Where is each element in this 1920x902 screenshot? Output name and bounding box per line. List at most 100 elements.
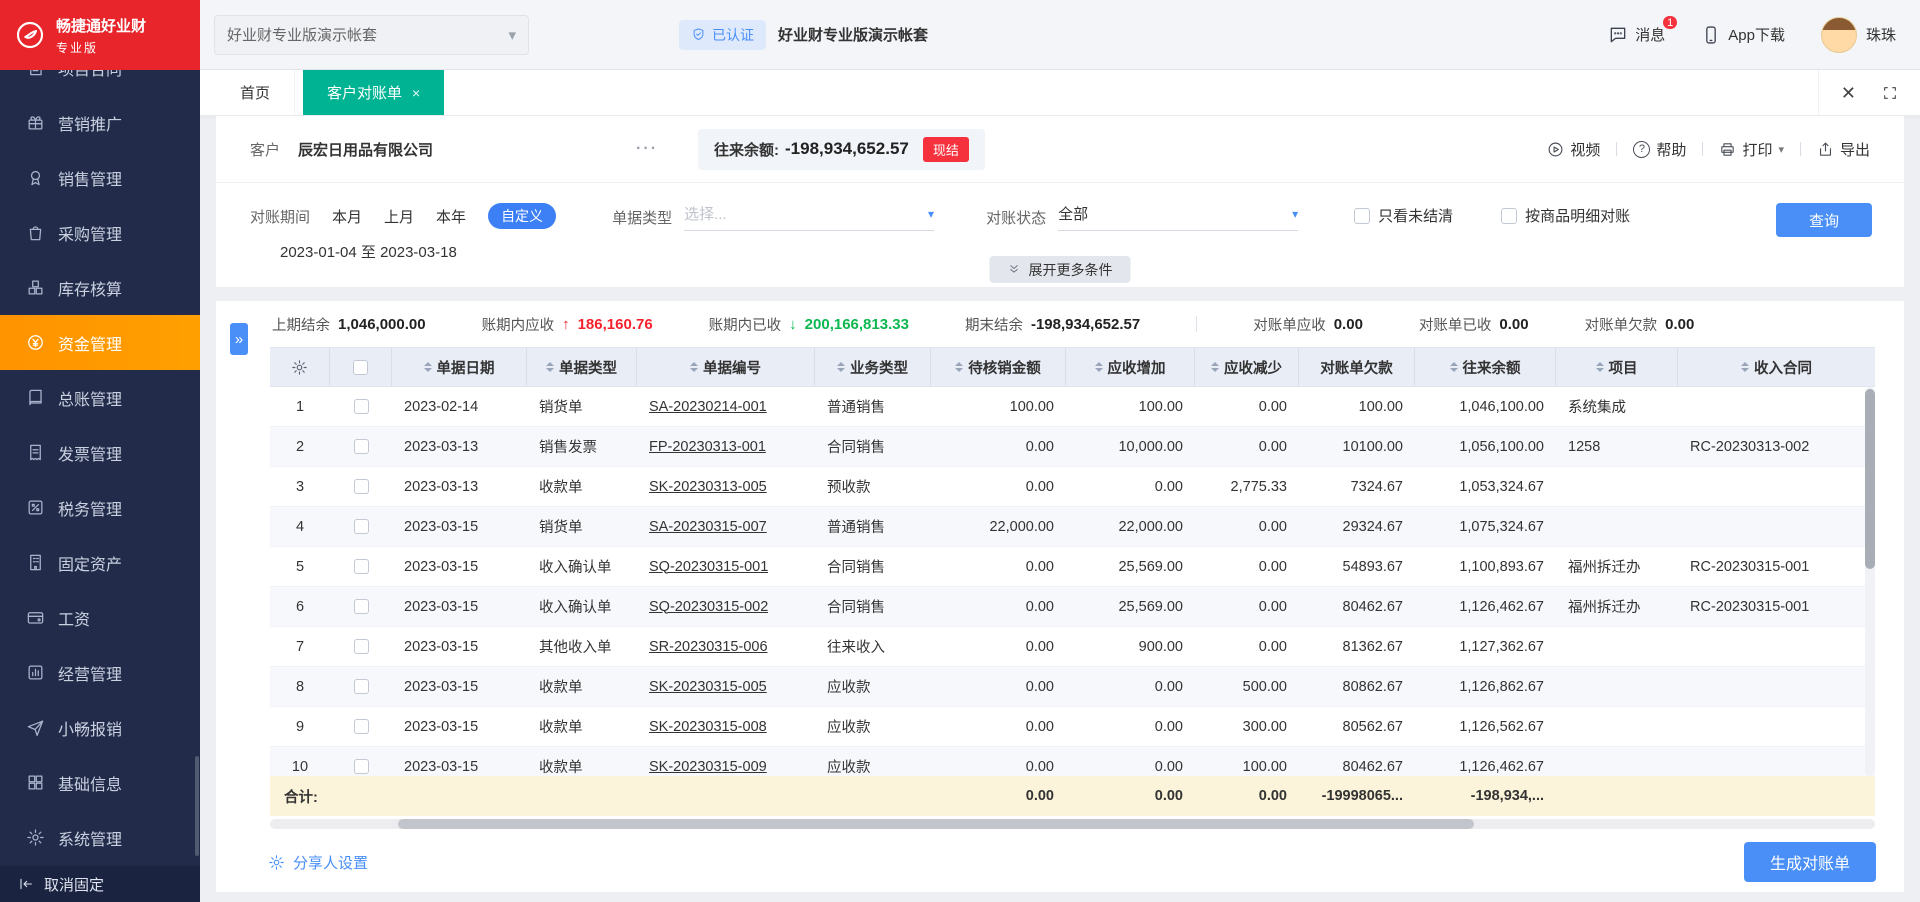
- sidebar-item-sales[interactable]: 销售管理: [0, 150, 200, 205]
- sort-icon[interactable]: [1741, 362, 1749, 372]
- doc-number-link[interactable]: SK-20230315-009: [649, 759, 767, 775]
- row-checkbox[interactable]: [330, 627, 392, 666]
- cell-receivable-decrease: 0.00: [1258, 598, 1287, 615]
- col-running-balance[interactable]: 往来余额: [1415, 348, 1556, 386]
- row-checkbox[interactable]: [330, 387, 392, 426]
- sidebar-item-payroll[interactable]: 工资: [0, 590, 200, 645]
- doc-number-link[interactable]: SA-20230214-001: [649, 399, 767, 415]
- sort-icon[interactable]: [546, 362, 554, 372]
- sidebar-item-fixed-assets[interactable]: 固定资产: [0, 535, 200, 590]
- user-menu[interactable]: 珠珠: [1820, 16, 1896, 53]
- doc-number-link[interactable]: SA-20230315-007: [649, 519, 767, 535]
- customer-select-field[interactable]: 辰宏日用品有限公司 ···: [298, 139, 658, 160]
- sort-icon[interactable]: [837, 362, 845, 372]
- doc-number-link[interactable]: SQ-20230315-002: [649, 599, 768, 615]
- tab-close-icon[interactable]: ×: [412, 85, 420, 101]
- print-button[interactable]: 打印 ▾: [1719, 139, 1784, 160]
- sidebar-scrollbar[interactable]: [195, 756, 199, 856]
- sidebar-item-marketing[interactable]: 营销推广: [0, 95, 200, 150]
- account-set-select[interactable]: 好业财专业版演示帐套 ▾: [214, 14, 529, 55]
- status-select[interactable]: 全部 ▾: [1058, 203, 1299, 231]
- column-settings-button[interactable]: [270, 348, 330, 386]
- help-button[interactable]: ? 帮助: [1633, 139, 1686, 160]
- doc-number-link[interactable]: SR-20230315-006: [649, 639, 768, 655]
- sidebar-item-system[interactable]: 系统管理: [0, 810, 200, 865]
- sort-icon[interactable]: [690, 362, 698, 372]
- col-receivable-increase[interactable]: 应收增加: [1066, 348, 1195, 386]
- cell-statement-arrears: 7324.67: [1350, 478, 1403, 495]
- row-checkbox[interactable]: [330, 427, 392, 466]
- row-checkbox[interactable]: [330, 507, 392, 546]
- row-checkbox[interactable]: [330, 747, 392, 776]
- col-receivable-decrease[interactable]: 应收减少: [1195, 348, 1299, 386]
- col-doc-number[interactable]: 单据编号: [637, 348, 815, 386]
- doc-number-link[interactable]: FP-20230313-001: [649, 439, 766, 455]
- sort-icon[interactable]: [1595, 362, 1604, 372]
- sort-icon[interactable]: [1094, 362, 1103, 372]
- sidebar-item-basic-info[interactable]: 基础信息: [0, 755, 200, 810]
- generate-statement-button[interactable]: 生成对账单: [1743, 842, 1876, 882]
- doc-type-select[interactable]: 选择... ▾: [684, 203, 935, 231]
- video-button[interactable]: 视频: [1547, 139, 1600, 160]
- app-download-button[interactable]: App下载: [1701, 24, 1785, 45]
- col-doc-type[interactable]: 单据类型: [527, 348, 637, 386]
- col-doc-date[interactable]: 单据日期: [392, 348, 527, 386]
- period-custom[interactable]: 自定义: [488, 203, 557, 229]
- sort-icon[interactable]: [423, 362, 432, 372]
- sidebar-item-reimbursement[interactable]: 小畅报销: [0, 700, 200, 755]
- sort-icon[interactable]: [1211, 362, 1219, 372]
- share-settings-button[interactable]: 分享人设置: [268, 852, 368, 873]
- doc-number-link[interactable]: SQ-20230315-001: [649, 559, 768, 575]
- unpin-sidebar-button[interactable]: 取消固定: [0, 866, 200, 902]
- query-button[interactable]: 查询: [1776, 203, 1872, 237]
- doc-number-link[interactable]: SK-20230315-005: [649, 679, 767, 695]
- export-button[interactable]: 导出: [1817, 139, 1870, 160]
- col-pending-amount[interactable]: 待核销金额: [931, 348, 1066, 386]
- scrollbar-thumb[interactable]: [398, 819, 1474, 829]
- sidebar-item-general-ledger[interactable]: 总账管理: [0, 370, 200, 425]
- sort-icon[interactable]: [1449, 362, 1458, 372]
- gear-icon: [269, 854, 284, 870]
- row-checkbox[interactable]: [330, 547, 392, 586]
- sidebar-item-tax[interactable]: 税务管理: [0, 480, 200, 535]
- scrollbar-thumb[interactable]: [1865, 389, 1875, 569]
- sidebar-item-funds[interactable]: 资金管理: [0, 315, 200, 370]
- cell-project: 福州拆迁办: [1568, 560, 1641, 576]
- row-checkbox[interactable]: [330, 467, 392, 506]
- doc-number-link[interactable]: SK-20230315-008: [649, 719, 767, 735]
- expand-panel-button[interactable]: »: [230, 323, 248, 355]
- more-icon[interactable]: ···: [636, 140, 658, 158]
- row-checkbox[interactable]: [330, 587, 392, 626]
- tab-home[interactable]: 首页: [216, 70, 296, 115]
- col-project[interactable]: 项目: [1556, 348, 1678, 386]
- col-biz-type[interactable]: 业务类型: [815, 348, 931, 386]
- fullscreen-icon[interactable]: [1882, 85, 1898, 101]
- col-statement-arrears[interactable]: 对账单欠款: [1299, 348, 1415, 386]
- period-this-year[interactable]: 本年: [436, 206, 466, 227]
- question-icon: ?: [1633, 140, 1651, 158]
- sidebar-item-operations[interactable]: 经营管理: [0, 645, 200, 700]
- date-range[interactable]: 2023-01-04 至 2023-03-18: [280, 241, 556, 262]
- doc-number-link[interactable]: SK-20230313-005: [649, 479, 767, 495]
- only-unsettled-checkbox[interactable]: 只看未结清: [1354, 205, 1453, 226]
- close-all-tabs-icon[interactable]: ✕: [1841, 84, 1856, 102]
- select-all-checkbox[interactable]: [330, 348, 392, 386]
- expand-more-button[interactable]: 展开更多条件: [989, 256, 1131, 283]
- app-logo[interactable]: 畅捷通好业财 专业版: [0, 0, 200, 70]
- messages-button[interactable]: 消息 1: [1608, 14, 1680, 45]
- cell-doc-number: SK-20230315-005: [637, 667, 815, 706]
- period-last-month[interactable]: 上月: [384, 206, 414, 227]
- row-checkbox[interactable]: [330, 667, 392, 706]
- col-income-contract[interactable]: 收入合同: [1678, 348, 1875, 386]
- by-item-detail-checkbox[interactable]: 按商品明细对账: [1501, 205, 1630, 226]
- sort-icon[interactable]: [955, 362, 964, 372]
- horizontal-scrollbar[interactable]: [270, 819, 1875, 829]
- tab-customer-statement[interactable]: 客户对账单 ×: [303, 70, 445, 115]
- sidebar-item-invoice[interactable]: 发票管理: [0, 425, 200, 480]
- vertical-scrollbar[interactable]: [1865, 387, 1875, 776]
- ledger-book-icon: [29, 389, 42, 406]
- period-this-month[interactable]: 本月: [332, 206, 362, 227]
- sidebar-item-purchase[interactable]: 采购管理: [0, 205, 200, 260]
- sidebar-item-inventory[interactable]: 库存核算: [0, 260, 200, 315]
- row-checkbox[interactable]: [330, 707, 392, 746]
